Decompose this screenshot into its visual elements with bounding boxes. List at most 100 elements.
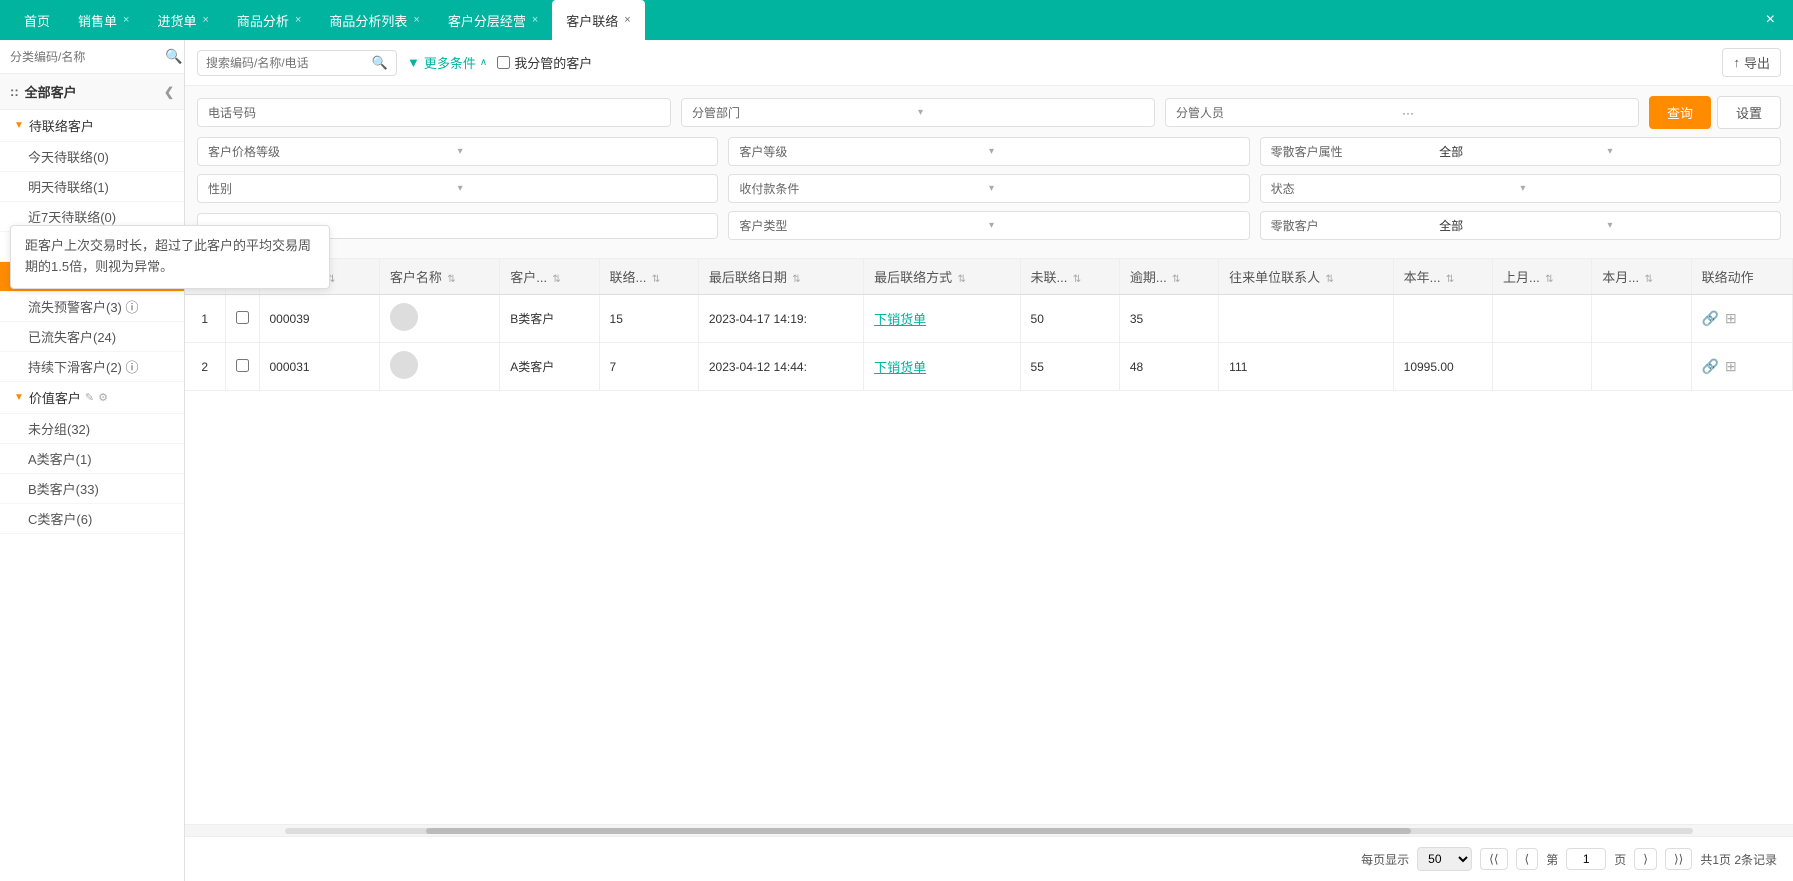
row-checkbox[interactable] bbox=[236, 311, 249, 324]
sidebar-item-churn-warning[interactable]: 流失预警客户(3) ⓘ bbox=[0, 292, 184, 322]
search-input[interactable] bbox=[206, 56, 372, 70]
horizontal-scrollbar[interactable] bbox=[185, 824, 1793, 836]
th-contact-person[interactable]: 往来单位联系人 ⇅ bbox=[1219, 259, 1393, 295]
nav-purchase[interactable]: 进货单 × bbox=[143, 0, 222, 40]
sidebar-group-pending[interactable]: ▼ 待联络客户 bbox=[0, 110, 184, 142]
sidebar-item-declining[interactable]: 持续下滑客户(2) ⓘ bbox=[0, 352, 184, 382]
sidebar-search-input[interactable] bbox=[10, 50, 165, 64]
last-method-link[interactable]: 下销货单 bbox=[874, 312, 926, 327]
first-page-btn[interactable]: ⟨⟨ bbox=[1480, 848, 1507, 870]
cell-contact-person bbox=[1219, 295, 1393, 343]
filter-customer-type[interactable]: 客户类型 ▾ bbox=[728, 211, 1249, 240]
manager-more-icon[interactable]: ··· bbox=[1402, 106, 1628, 120]
main-layout: 🔍 :: 全部客户 ❮ ▼ 待联络客户 今天待联络(0) 明天待联络(1) 近7… bbox=[0, 40, 1793, 881]
cell-uncontacted: 55 bbox=[1020, 343, 1119, 391]
sidebar-item-tomorrow[interactable]: 明天待联络(1) bbox=[0, 172, 184, 202]
nav-customer-tier[interactable]: 客户分层经营 × bbox=[434, 0, 552, 40]
filter-dept[interactable]: 分管部门 ▾ bbox=[681, 98, 1155, 127]
my-customers-checkbox-label[interactable]: 我分管的客户 bbox=[497, 53, 592, 72]
nav-sales-close[interactable]: × bbox=[123, 14, 129, 26]
nav-product-list-close[interactable]: × bbox=[413, 14, 419, 26]
filter-price-level[interactable]: 客户价格等级 ▾ bbox=[197, 137, 718, 166]
last-page-btn[interactable]: ⟩⟩ bbox=[1665, 848, 1692, 870]
contact-person-sort-icon: ⇅ bbox=[1326, 274, 1334, 285]
action-link-icon[interactable]: 🔗 bbox=[1702, 310, 1719, 327]
filter-search-icon[interactable]: 🔍 bbox=[372, 55, 388, 71]
sidebar-item-churned[interactable]: 已流失客户(24) bbox=[0, 322, 184, 352]
sidebar-search-icon[interactable]: 🔍 bbox=[165, 48, 182, 65]
cell-last-method[interactable]: 下销货单 bbox=[864, 343, 1020, 391]
nav-customer-tier-close[interactable]: × bbox=[532, 14, 538, 26]
action-link-icon[interactable]: 🔗 bbox=[1702, 358, 1719, 375]
filter-row-1: 电话号码 分管部门 ▾ 分管人员 ··· 查询 设置 bbox=[197, 96, 1781, 129]
action-grid-icon[interactable]: ⊞ bbox=[1725, 310, 1737, 327]
page-size-select[interactable]: 50 100 200 bbox=[1417, 847, 1472, 871]
nav-product-list[interactable]: 商品分析列表 × bbox=[315, 0, 433, 40]
filter-status[interactable]: 状态 ▾ bbox=[1260, 174, 1781, 203]
contact-count-sort-icon: ⇅ bbox=[652, 274, 660, 285]
th-overdue[interactable]: 逾期... ⇅ bbox=[1119, 259, 1218, 295]
th-contact-count[interactable]: 联络... ⇅ bbox=[599, 259, 698, 295]
th-uncontacted[interactable]: 未联... ⇅ bbox=[1020, 259, 1119, 295]
nav-sales[interactable]: 销售单 × bbox=[64, 0, 143, 40]
filter-retail-attr[interactable]: 零散客户属性 全部 ▾ bbox=[1260, 137, 1781, 166]
filter-retail-customer[interactable]: 零散客户 全部 ▾ bbox=[1260, 211, 1781, 240]
sidebar-all-customers[interactable]: :: 全部客户 ❮ bbox=[0, 74, 184, 110]
nav-purchase-close[interactable]: × bbox=[202, 14, 208, 26]
window-close[interactable]: × bbox=[1758, 11, 1783, 29]
sidebar-item-class-b[interactable]: B类客户(33) bbox=[0, 474, 184, 504]
nav-customer-contact[interactable]: 客户联络 × bbox=[552, 0, 644, 40]
filter-manager[interactable]: 分管人员 ··· bbox=[1165, 98, 1639, 127]
nav-customer-contact-close[interactable]: × bbox=[624, 14, 630, 26]
nav-product-analysis[interactable]: 商品分析 × bbox=[223, 0, 315, 40]
my-customers-checkbox[interactable] bbox=[497, 56, 510, 69]
sidebar-item-class-c[interactable]: C类客户(6) bbox=[0, 504, 184, 534]
per-page-label: 每页显示 bbox=[1361, 851, 1409, 868]
sidebar: 🔍 :: 全部客户 ❮ ▼ 待联络客户 今天待联络(0) 明天待联络(1) 近7… bbox=[0, 40, 185, 881]
sidebar-settings-icon[interactable]: ⚙ bbox=[98, 391, 108, 404]
sidebar-collapse-icon[interactable]: ❮ bbox=[164, 85, 174, 99]
export-button[interactable]: ↑ 导出 bbox=[1722, 48, 1781, 77]
filter-gender[interactable]: 性别 ▾ bbox=[197, 174, 718, 203]
sidebar-group-value[interactable]: ▼ 价值客户 ✎ ⚙ bbox=[0, 382, 184, 414]
th-last-date[interactable]: 最后联络日期 ⇅ bbox=[698, 259, 863, 295]
name-sort-icon: ⇅ bbox=[447, 274, 455, 285]
more-conditions-btn[interactable]: ▼ 更多条件 ∧ bbox=[407, 53, 487, 72]
filter-payment[interactable]: 收付款条件 ▾ bbox=[728, 174, 1249, 203]
th-name[interactable]: 客户名称 ⇅ bbox=[379, 259, 499, 295]
th-last-month[interactable]: 上月... ⇅ bbox=[1492, 259, 1591, 295]
gender-dropdown-icon: ▾ bbox=[458, 183, 708, 194]
cell-last-month bbox=[1492, 295, 1591, 343]
th-this-month[interactable]: 本月... ⇅ bbox=[1592, 259, 1691, 295]
last-method-link[interactable]: 下销货单 bbox=[874, 360, 926, 375]
sidebar-item-class-a[interactable]: A类客户(1) bbox=[0, 444, 184, 474]
th-level[interactable]: 客户... ⇅ bbox=[500, 259, 599, 295]
nav-home[interactable]: 首页 bbox=[10, 0, 64, 40]
sidebar-item-today[interactable]: 今天待联络(0) bbox=[0, 142, 184, 172]
scrollbar-thumb[interactable] bbox=[426, 828, 1412, 834]
sidebar-item-ungrouped[interactable]: 未分组(32) bbox=[0, 414, 184, 444]
page-input[interactable] bbox=[1566, 848, 1606, 870]
query-button[interactable]: 查询 bbox=[1649, 96, 1711, 129]
action-grid-icon[interactable]: ⊞ bbox=[1725, 358, 1737, 375]
cell-name bbox=[379, 295, 499, 343]
top-nav: 首页 销售单 × 进货单 × 商品分析 × 商品分析列表 × 客户分层经营 × … bbox=[0, 0, 1793, 40]
sidebar-edit-icon[interactable]: ✎ bbox=[85, 391, 94, 404]
row-checkbox[interactable] bbox=[236, 359, 249, 372]
cell-this-month bbox=[1592, 295, 1691, 343]
filter-row-2: 客户价格等级 ▾ 客户等级 ▾ 零散客户属性 全部 ▾ bbox=[197, 137, 1781, 166]
prev-page-btn[interactable]: ⟨ bbox=[1516, 848, 1539, 870]
cell-num: 1 bbox=[185, 295, 225, 343]
sidebar-content: ▼ 待联络客户 今天待联络(0) 明天待联络(1) 近7天待联络(0) 逾期未联… bbox=[0, 110, 184, 881]
filter-phone[interactable]: 电话号码 bbox=[197, 98, 671, 127]
th-year-amount[interactable]: 本年... ⇅ bbox=[1393, 259, 1492, 295]
th-last-method[interactable]: 最后联络方式 ⇅ bbox=[864, 259, 1020, 295]
next-page-btn[interactable]: ⟩ bbox=[1634, 848, 1657, 870]
cell-check[interactable] bbox=[225, 295, 259, 343]
set-button[interactable]: 设置 bbox=[1717, 96, 1781, 129]
overdue-sort-icon: ⇅ bbox=[1172, 274, 1180, 285]
nav-product-analysis-close[interactable]: × bbox=[295, 14, 301, 26]
cell-check[interactable] bbox=[225, 343, 259, 391]
filter-customer-level[interactable]: 客户等级 ▾ bbox=[728, 137, 1249, 166]
cell-last-method[interactable]: 下销货单 bbox=[864, 295, 1020, 343]
